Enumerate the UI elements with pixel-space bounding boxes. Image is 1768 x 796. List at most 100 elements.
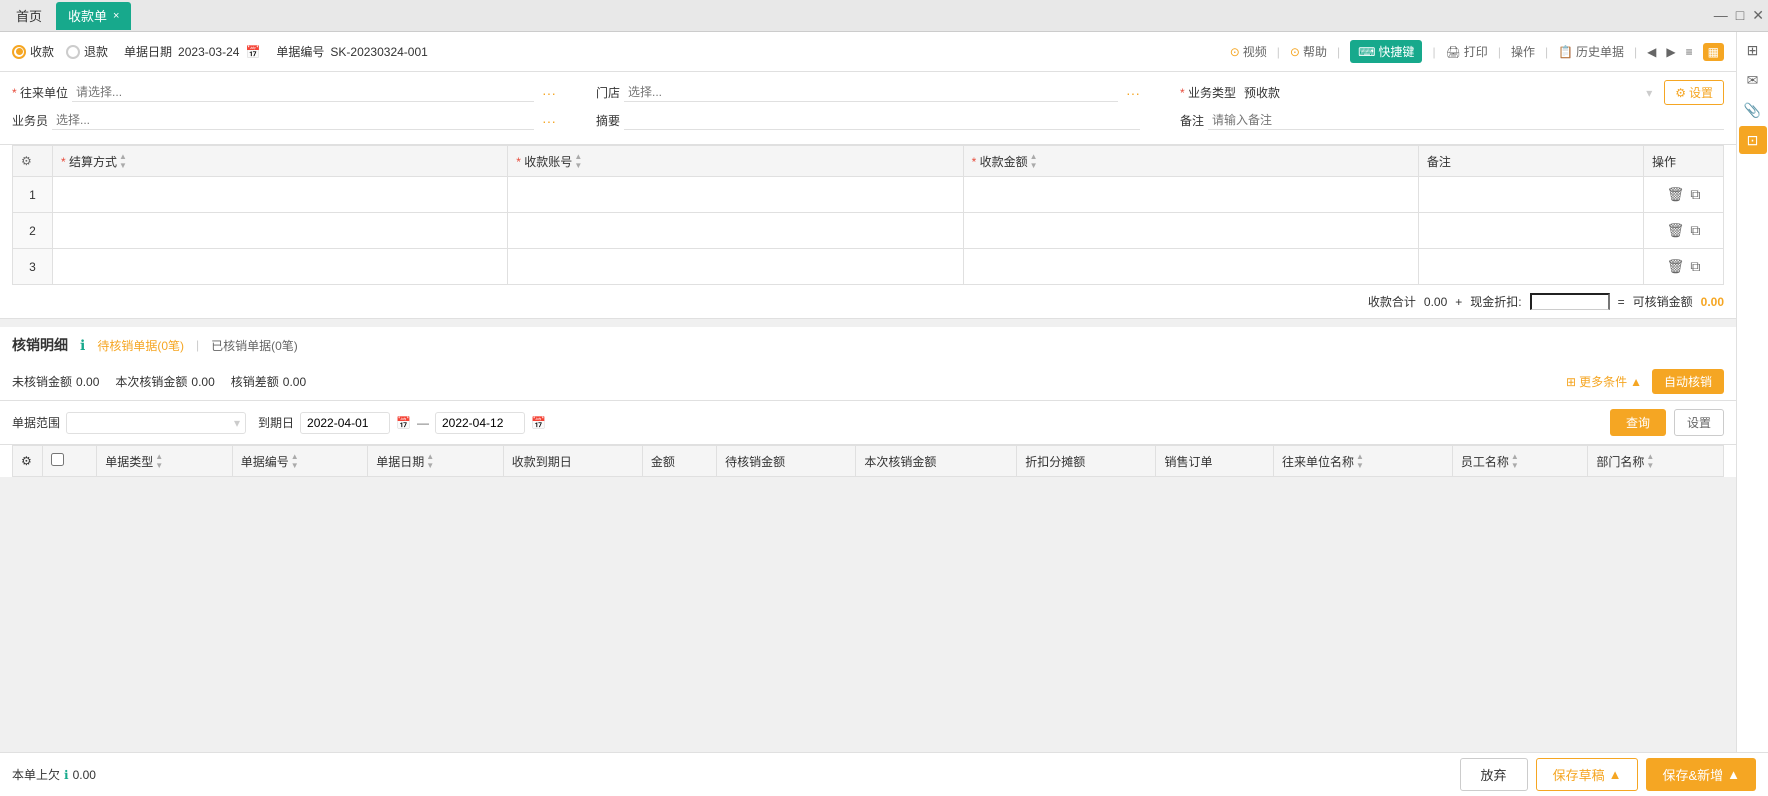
discount-input[interactable] [1530,293,1610,310]
tab-home-label: 首页 [16,6,42,25]
th-current-writeoff: 本次核销金额 [856,446,1017,477]
writeoff-info-icon[interactable]: ℹ [80,337,85,354]
settings-btn[interactable]: 设置 [1674,409,1724,436]
biz-type-settings-btn[interactable]: ⚙ 设置 [1664,80,1724,105]
notes-input[interactable] [1208,111,1724,130]
video-btn[interactable]: ⊙ 视频 [1230,43,1267,60]
print-btn[interactable]: 🖨 打印 [1446,43,1488,60]
store-input[interactable] [624,83,1118,102]
help-btn[interactable]: ⊙ 帮助 [1290,43,1327,60]
row-notes-2[interactable] [1418,213,1643,249]
date-from-input[interactable] [300,412,390,434]
row-amount-1[interactable] [963,177,1418,213]
date-to-input[interactable] [435,412,525,434]
available-label: 可核销金额 [1633,293,1693,310]
row-delete-icon-3[interactable]: 🗑 [1667,258,1685,275]
sidebar-email-icon[interactable]: ✉ [1739,66,1767,94]
detail-view-btn[interactable]: ▦ [1703,43,1724,61]
row-copy-icon-2[interactable]: ⧉ [1690,222,1700,239]
history-btn[interactable]: 📋 历史单据 [1558,43,1624,60]
done-tab[interactable]: 已核销单据(0笔) [211,337,298,354]
partner-input[interactable] [72,83,534,102]
query-btn[interactable]: 查询 [1610,409,1666,436]
partner-more-btn[interactable]: ··· [542,85,556,101]
store-more-btn[interactable]: ··· [1126,85,1140,101]
th-dept-name: 部门名称 ▲▼ [1588,446,1724,477]
calendar-icon[interactable]: 📅 [245,45,260,59]
writeoff-summary: 未核销金额 0.00 本次核销金额 0.00 核销差额 0.00 ⊞ 更多条件 … [0,363,1736,401]
select-all-checkbox[interactable] [51,453,64,466]
more-conditions-btn[interactable]: ⊞ 更多条件 ▲ [1566,373,1642,390]
row-copy-icon-1[interactable]: ⧉ [1690,186,1700,203]
receipt-table: ⚙ 结算方式 ▲▼ 收款账号 ▲▼ 收款金额 [12,145,1724,285]
th-amount-label: 收款金额 [972,153,1028,170]
discount-col-label: 折扣分摊额 [1025,455,1085,469]
row-settle-2[interactable] [53,213,508,249]
writeoff-header: 核销明细 ℹ 待核销单据(0笔) | 已核销单据(0笔) [0,327,1736,363]
range-select[interactable] [66,412,246,434]
abandon-btn[interactable]: 放弃 [1460,758,1528,791]
row-amount-2[interactable] [963,213,1418,249]
staff-label: 业务员 [12,112,48,129]
filter-right-buttons: 查询 设置 [1610,409,1724,436]
tab-home[interactable]: 首页 [4,2,54,30]
row-account-3[interactable] [508,249,963,285]
staff-input[interactable] [52,111,534,130]
discount-label: 现金折扣: [1470,293,1521,310]
gear-icon-2[interactable]: ⚙ [21,454,32,468]
toolbar-right-actions: ⊙ 视频 | ⊙ 帮助 | ⌨ 快捷键 | 🖨 打印 | 操作 | 📋 历史单据… [1230,40,1724,63]
writeoff-table: ⚙ 单据类型 ▲▼ 单据编号 ▲▼ [12,445,1724,477]
auto-writeoff-btn[interactable]: 自动核销 [1652,369,1724,394]
row-settle-3[interactable] [53,249,508,285]
operations-btn[interactable]: 操作 [1511,43,1535,60]
equals-sign: = [1618,295,1625,309]
save-btn[interactable]: 保存&新增 ▲ [1646,758,1756,791]
maximize-icon[interactable]: □ [1736,7,1744,24]
tab-close-icon[interactable]: × [113,10,119,22]
th-amount: 收款金额 ▲▼ [963,146,1418,177]
row-amount-3[interactable] [963,249,1418,285]
pending-tab[interactable]: 待核销单据(0笔) [97,337,184,354]
carry-value: 0.00 [73,768,96,782]
draft-btn[interactable]: 保存草稿 ▲ [1536,758,1639,791]
row-notes-3[interactable] [1418,249,1643,285]
close-icon[interactable]: ✕ [1752,7,1764,24]
cal-to-icon[interactable]: 📅 [531,416,546,430]
shortcut-btn[interactable]: ⌨ 快捷键 [1350,40,1422,63]
sidebar-clip-icon[interactable]: 📎 [1739,96,1767,124]
summary-input[interactable] [624,111,1140,130]
cal-from-icon[interactable]: 📅 [396,416,411,430]
row-account-2[interactable] [508,213,963,249]
tab-current[interactable]: 收款单 × [56,2,131,30]
sidebar-expand-icon[interactable]: ⊡ [1739,126,1767,154]
row-settle-1[interactable] [53,177,508,213]
date-field: 单据日期 2023-03-24 📅 [124,43,260,60]
notes-label: 备注 [1180,112,1204,129]
staff-name-col-label: 员工名称 [1461,453,1509,470]
list-view-btn[interactable]: ≡ [1686,45,1693,59]
th-operation-label: 操作 [1652,155,1676,169]
table-settings-icon[interactable]: ⚙ [21,154,32,168]
th-due-date: 收款到期日 [503,446,642,477]
carry-info-icon[interactable]: ℹ [64,768,69,782]
form-area: 往来单位 ··· 门店 ··· 业务类型 预收款 ▾ ⚙ 设置 业务员 ··· … [0,72,1736,145]
next-btn[interactable]: ▶ [1666,45,1675,59]
prev-btn[interactable]: ◀ [1647,45,1656,59]
print-label: 打印 [1464,43,1488,60]
radio-receive[interactable]: 收款 [12,43,54,60]
row-notes-1[interactable] [1418,177,1643,213]
staff-more-btn[interactable]: ··· [542,113,556,129]
row-delete-icon-2[interactable]: 🗑 [1667,222,1685,239]
sidebar-table-icon[interactable]: ⊞ [1739,36,1767,64]
row-delete-icon-1[interactable]: 🗑 [1667,186,1685,203]
total-value: 0.00 [1424,295,1447,309]
radio-refund[interactable]: 退款 [66,43,108,60]
th-account-label: 收款账号 [516,153,572,170]
row-account-1[interactable] [508,177,963,213]
biz-type-arrow[interactable]: ▾ [1646,86,1652,100]
date-label: 单据日期 [124,43,172,60]
minimize-icon[interactable]: — [1714,7,1728,24]
row-copy-icon-3[interactable]: ⧉ [1690,258,1700,275]
operations-label: 操作 [1511,43,1535,60]
th-doc-type: 单据类型 ▲▼ [97,446,232,477]
